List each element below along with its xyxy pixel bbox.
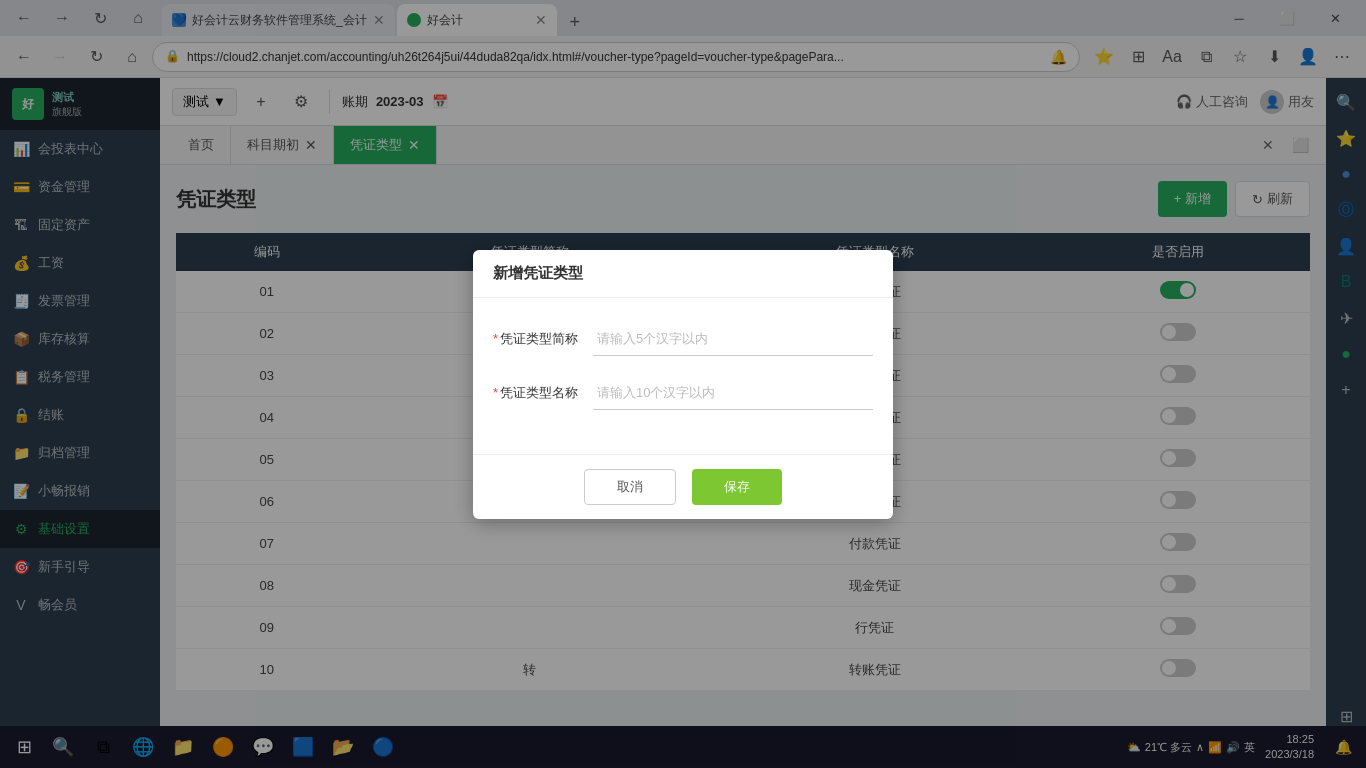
- required-star-abbr: *: [493, 331, 498, 346]
- modal-body: * 凭证类型简称 * 凭证类型名称: [473, 298, 893, 454]
- modal-overlay: 新增凭证类型 * 凭证类型简称 * 凭证类型名称 取消 保存: [0, 0, 1366, 768]
- modal-header: 新增凭证类型: [473, 250, 893, 298]
- form-group-abbr: * 凭证类型简称: [493, 322, 873, 356]
- save-btn[interactable]: 保存: [692, 469, 782, 505]
- abbr-label: * 凭证类型简称: [493, 330, 593, 348]
- required-star-name: *: [493, 385, 498, 400]
- modal-title: 新增凭证类型: [493, 264, 583, 281]
- abbr-input[interactable]: [593, 322, 873, 356]
- form-group-name: * 凭证类型名称: [493, 376, 873, 410]
- name-input[interactable]: [593, 376, 873, 410]
- modal-footer: 取消 保存: [473, 454, 893, 519]
- cancel-btn[interactable]: 取消: [584, 469, 676, 505]
- name-label: * 凭证类型名称: [493, 384, 593, 402]
- modal-dialog: 新增凭证类型 * 凭证类型简称 * 凭证类型名称 取消 保存: [473, 250, 893, 519]
